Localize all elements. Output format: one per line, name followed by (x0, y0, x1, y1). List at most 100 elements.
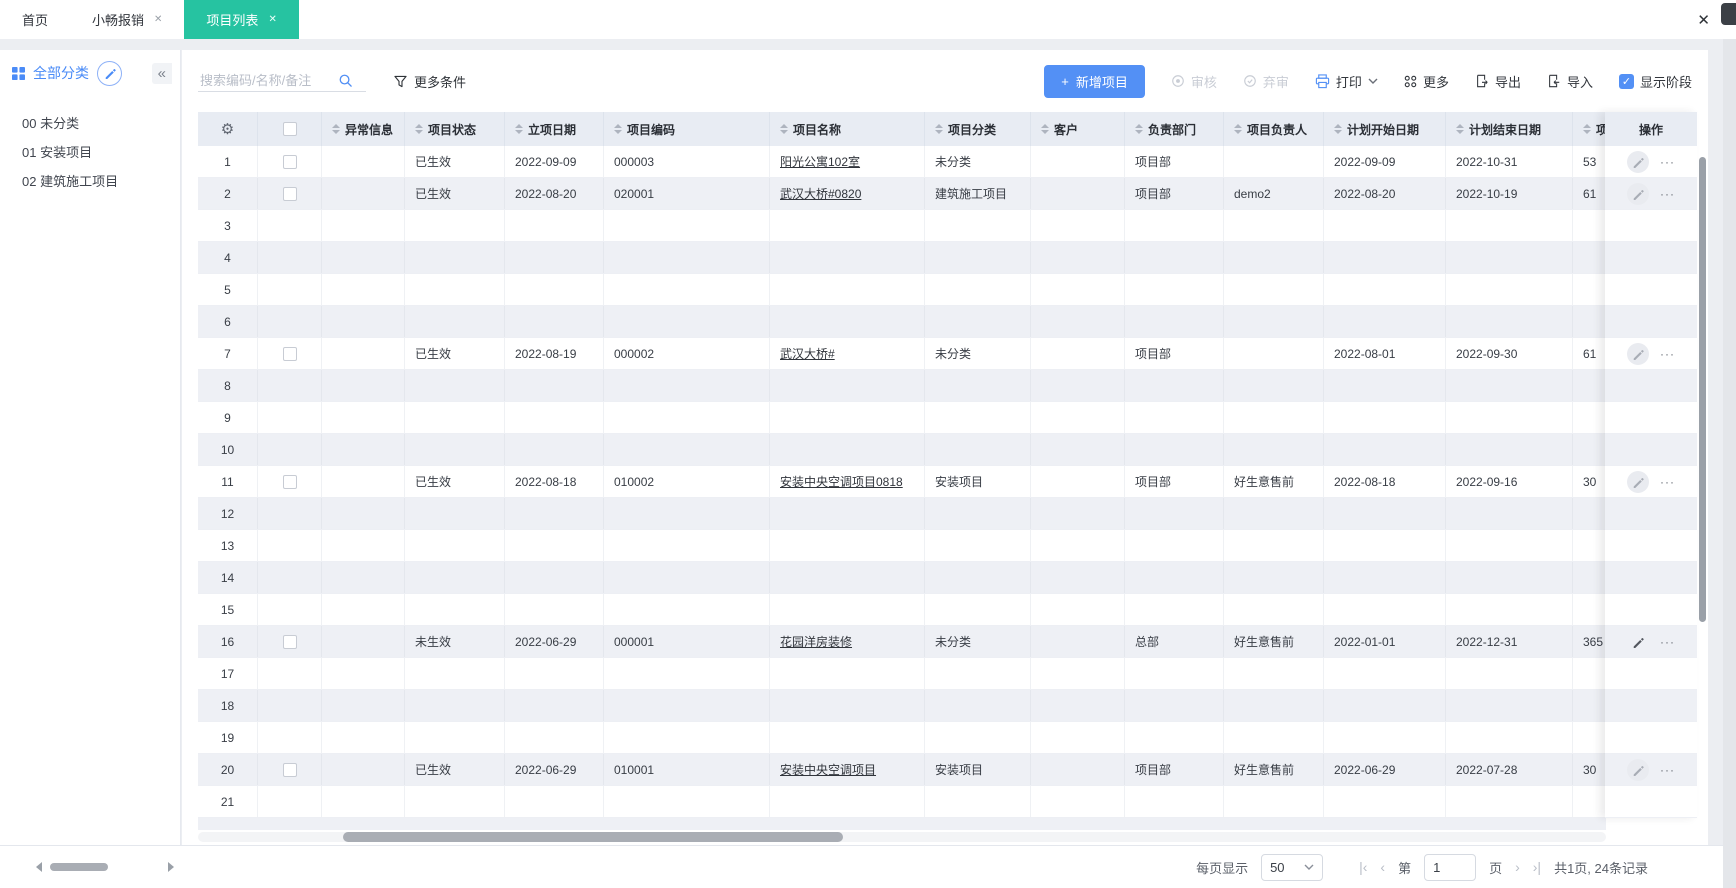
more-actions-button[interactable]: ··· (1660, 635, 1675, 649)
print-button[interactable]: 打印 (1315, 72, 1378, 91)
project-name-link[interactable]: 武汉大桥#0820 (780, 185, 861, 202)
cell-num: 14 (198, 562, 258, 593)
select-all-checkbox[interactable] (258, 112, 322, 146)
project-name-link[interactable]: 花园洋房装修 (780, 633, 852, 650)
project-name-link[interactable]: 阳光公寓102室 (780, 153, 860, 170)
edit-button[interactable] (1627, 631, 1649, 653)
outer-scrollbar-track[interactable] (1723, 39, 1736, 888)
scroll-right-icon[interactable] (168, 862, 174, 872)
column-header-dept[interactable]: 负责部门 (1125, 112, 1224, 146)
more-filters-button[interactable]: 更多条件 (394, 72, 466, 91)
column-header-owner[interactable]: 项目负责人 (1224, 112, 1324, 146)
row-checkbox[interactable] (282, 186, 297, 201)
close-tab-icon[interactable]: ✕ (268, 14, 276, 25)
cell-name (770, 434, 925, 465)
edit-button[interactable] (1627, 758, 1649, 781)
close-tab-icon[interactable]: ✕ (154, 14, 162, 25)
collapse-sidebar-button[interactable]: « (151, 62, 172, 84)
per-page-select[interactable]: 50 (1261, 853, 1324, 881)
abandon-audit-button[interactable]: 弃审 (1243, 72, 1289, 91)
cell-abnormal (322, 242, 405, 273)
operations-cell: ··· (1605, 338, 1697, 370)
tab-project-list[interactable]: 项目列表 ✕ (184, 0, 299, 39)
column-header-category[interactable]: 项目分类 (925, 112, 1031, 146)
import-icon (1547, 74, 1561, 88)
vertical-scrollbar-track[interactable] (1697, 112, 1708, 830)
window-corner-icon[interactable] (1721, 3, 1736, 25)
tab-xiaochang-baoxiao[interactable]: 小畅报销 ✕ (70, 0, 184, 39)
cell-plan_end: 2022-10-19 (1446, 178, 1573, 209)
export-button[interactable]: 导出 (1475, 72, 1521, 91)
sidebar-horizontal-scrollbar[interactable] (36, 862, 176, 872)
cell-plan_end (1446, 786, 1573, 817)
cell-code (604, 786, 770, 817)
cell-num: 12 (198, 498, 258, 529)
mini-scrollbar-thumb[interactable] (50, 863, 108, 871)
audit-button[interactable]: 审核 (1171, 72, 1217, 91)
row-checkbox[interactable] (282, 154, 297, 169)
column-header-customer[interactable]: 客户 (1031, 112, 1125, 146)
vertical-scrollbar-thumb[interactable] (1699, 157, 1706, 622)
table-row: 18 (198, 690, 1606, 722)
row-checkbox[interactable] (282, 346, 297, 361)
first-page-icon[interactable]: |‹ (1359, 859, 1367, 875)
row-checkbox[interactable] (282, 762, 297, 777)
operations-cell (1605, 530, 1697, 562)
search-input[interactable] (200, 73, 338, 88)
cell-start_date (505, 210, 604, 241)
column-header-start_date[interactable]: 立项日期 (505, 112, 604, 146)
project-name-link[interactable]: 安装中央空调项目 (780, 761, 876, 778)
cell-status (405, 786, 505, 817)
checkbox-icon[interactable] (282, 122, 297, 136)
cell-dept (1125, 786, 1224, 817)
column-header-duration[interactable]: 项 (1573, 112, 1606, 146)
more-button[interactable]: 更多 (1404, 72, 1449, 91)
row-checkbox[interactable] (282, 474, 297, 489)
edit-button[interactable] (1627, 182, 1649, 205)
close-icon[interactable]: ✕ (1697, 0, 1710, 39)
column-header-plan_start[interactable]: 计划开始日期 (1324, 112, 1446, 146)
cell-name (770, 370, 925, 401)
column-settings-button[interactable]: ⚙ (198, 112, 258, 146)
add-project-button[interactable]: + 新增项目 (1044, 64, 1145, 98)
cell-category: 建筑施工项目 (925, 178, 1031, 209)
cell-owner (1224, 722, 1324, 753)
column-header-status[interactable]: 项目状态 (405, 112, 505, 146)
audit-label: 审核 (1190, 74, 1217, 90)
project-name-link[interactable]: 安装中央空调项目0818 (780, 473, 903, 490)
gear-icon[interactable]: ⚙ (221, 122, 234, 137)
sidebar-item-construction[interactable]: 02 建筑施工项目 (0, 166, 180, 195)
column-header-plan_end[interactable]: 计划结束日期 (1446, 112, 1573, 146)
operations-cell (1605, 690, 1697, 722)
page-number-input[interactable]: 1 (1424, 853, 1477, 881)
sidebar-item-uncategorized[interactable]: 00 未分类 (0, 108, 180, 137)
cell-start_date: 2022-08-20 (505, 178, 604, 209)
last-page-icon[interactable]: ›| (1533, 859, 1541, 875)
column-header-abnormal[interactable]: 异常信息 (322, 112, 405, 146)
edit-button[interactable] (1627, 342, 1649, 365)
column-header-name[interactable]: 项目名称 (770, 112, 925, 146)
row-checkbox[interactable] (282, 634, 297, 649)
more-actions-button[interactable]: ··· (1660, 155, 1675, 169)
prev-page-icon[interactable]: ‹ (1380, 859, 1385, 875)
import-button[interactable]: 导入 (1547, 72, 1593, 91)
checked-checkbox-icon[interactable]: ✓ (1618, 73, 1634, 89)
show-stage-toggle[interactable]: ✓ 显示阶段 (1618, 72, 1692, 91)
scroll-left-icon[interactable] (36, 862, 42, 872)
more-actions-button[interactable]: ··· (1660, 187, 1675, 201)
edit-button[interactable] (1627, 470, 1649, 493)
sidebar-item-installation[interactable]: 01 安装项目 (0, 137, 180, 166)
column-header-code[interactable]: 项目编码 (604, 112, 770, 146)
project-name-link[interactable]: 武汉大桥# (780, 345, 835, 362)
horizontal-scrollbar-track[interactable] (198, 832, 1606, 842)
search-icon[interactable] (338, 73, 353, 88)
cell-name (770, 722, 925, 753)
more-actions-button[interactable]: ··· (1660, 475, 1675, 489)
horizontal-scrollbar-thumb[interactable] (343, 832, 843, 842)
more-actions-button[interactable]: ··· (1660, 347, 1675, 361)
next-page-icon[interactable]: › (1515, 859, 1520, 875)
edit-categories-button[interactable] (97, 60, 122, 86)
tab-home[interactable]: 首页 (0, 0, 70, 39)
more-actions-button[interactable]: ··· (1660, 763, 1675, 777)
edit-button[interactable] (1627, 150, 1649, 173)
